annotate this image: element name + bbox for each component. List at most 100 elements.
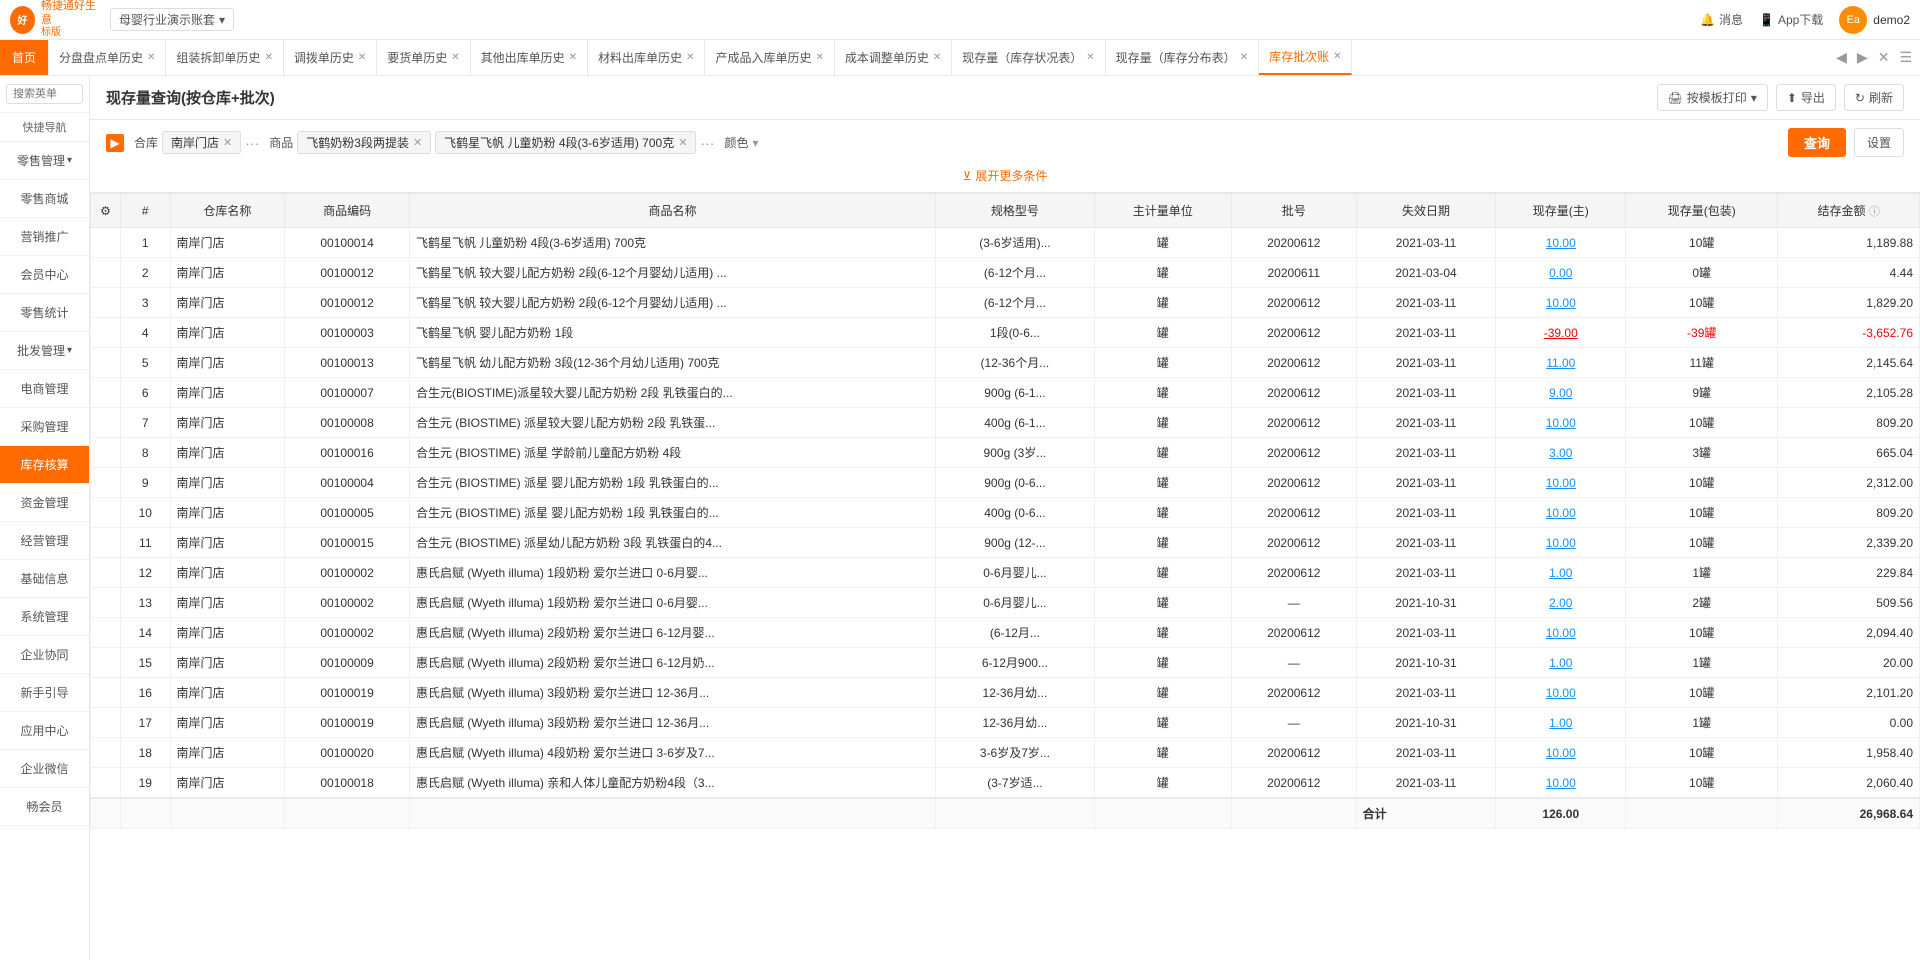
sidebar-item-inventory[interactable]: 库存核算 [0, 446, 89, 484]
cell-batch: 20200612 [1231, 678, 1356, 708]
product-tag-1[interactable]: 飞鹤奶粉3段两提装 ✕ [297, 131, 431, 154]
sidebar-item-system[interactable]: 系统管理 [0, 598, 89, 636]
tab-stock-dist[interactable]: 现存量（库存分布表） ✕ [1106, 40, 1259, 75]
sidebar-item-retail-stats[interactable]: 零售统计 [0, 294, 89, 332]
close-icon[interactable]: ✕ [933, 52, 941, 63]
tab-yaohuo[interactable]: 要货单历史 ✕ [377, 40, 470, 75]
tab-other-out[interactable]: 其他出库单历史 ✕ [471, 40, 588, 75]
close-icon[interactable]: ✕ [686, 52, 694, 63]
sidebar-item-wholesale[interactable]: 批发管理 ▾ [0, 332, 89, 370]
remove-product-2-icon[interactable]: ✕ [678, 136, 687, 149]
tab-home[interactable]: 首页 [0, 40, 49, 75]
close-icon[interactable]: ✕ [264, 52, 272, 63]
close-icon[interactable]: ✕ [1333, 51, 1341, 62]
col-setting[interactable]: ⚙ [91, 194, 121, 228]
app-download-btn[interactable]: 📱 App下载 [1759, 11, 1823, 28]
sidebar-item-member[interactable]: 会员中心 [0, 256, 89, 294]
expand-more-btn[interactable]: ⊻ 展开更多条件 [963, 167, 1048, 184]
tab-menu-btn[interactable]: ☰ [1895, 47, 1916, 68]
user-area[interactable]: Ea demo2 [1839, 6, 1910, 34]
search-input[interactable] [6, 84, 83, 104]
tab-close-btn[interactable]: ✕ [1874, 47, 1894, 68]
tab-stock-status[interactable]: 现存量（库存状况表） ✕ [952, 40, 1105, 75]
cell-qty-main[interactable]: 2.00 [1496, 588, 1626, 618]
close-icon[interactable]: ✕ [1240, 52, 1248, 63]
tab-batch-voucher[interactable]: 库存批次账 ✕ [1259, 40, 1352, 75]
color-dropdown-icon[interactable]: ▾ [752, 136, 758, 150]
remove-product-1-icon[interactable]: ✕ [413, 136, 422, 149]
cell-expiry: 2021-10-31 [1356, 648, 1496, 678]
sidebar-item-purchase[interactable]: 采购管理 [0, 408, 89, 446]
cell-qty-main[interactable]: 10.00 [1496, 408, 1626, 438]
query-btn[interactable]: 查询 [1788, 128, 1846, 157]
filter-more-icon[interactable]: ··· [245, 135, 259, 151]
cell-qty-main[interactable]: 10.00 [1496, 498, 1626, 528]
tab-next-btn[interactable]: ▶ [1853, 47, 1872, 68]
cell-index: 8 [121, 438, 171, 468]
cell-code: 00100020 [285, 738, 410, 768]
sidebar-item-retail-shop[interactable]: 零售商城 [0, 180, 89, 218]
close-icon[interactable]: ✕ [1086, 52, 1094, 63]
account-selector[interactable]: 母婴行业演示账套 ▾ [110, 8, 234, 31]
sidebar-quick-nav[interactable]: 快捷导航 [0, 113, 89, 142]
warehouse-tag[interactable]: 南岸门店 ✕ [162, 131, 241, 154]
close-icon[interactable]: ✕ [569, 52, 577, 63]
export-btn[interactable]: ⬆ 导出 [1776, 84, 1836, 111]
sidebar-item-new-guide[interactable]: 新手引导 [0, 674, 89, 712]
sidebar-item-retail[interactable]: 零售管理 ▾ [0, 142, 89, 180]
cell-unit: 罐 [1094, 498, 1231, 528]
remove-warehouse-icon[interactable]: ✕ [223, 136, 232, 149]
cell-qty-main[interactable]: 10.00 [1496, 618, 1626, 648]
sidebar-item-business[interactable]: 经营管理 [0, 522, 89, 560]
cell-batch: 20200612 [1231, 408, 1356, 438]
print-btn[interactable]: 🖨 按模板打印 ▾ [1657, 84, 1768, 111]
sidebar-item-enterprise-wechat[interactable]: 企业微信 [0, 750, 89, 788]
cell-qty-main[interactable]: 9.00 [1496, 378, 1626, 408]
sidebar-item-finance[interactable]: 资金管理 [0, 484, 89, 522]
sidebar-item-ecommerce[interactable]: 电商管理 [0, 370, 89, 408]
cell-qty-main[interactable]: 1.00 [1496, 648, 1626, 678]
setting-btn[interactable]: 设置 [1854, 128, 1904, 157]
product-filter-more-icon[interactable]: ··· [700, 135, 714, 151]
close-icon[interactable]: ✕ [147, 52, 155, 63]
sidebar-item-marketing[interactable]: 营销推广 [0, 218, 89, 256]
cell-qty-main[interactable]: 10.00 [1496, 528, 1626, 558]
messages-btn[interactable]: 🔔 消息 [1700, 11, 1743, 28]
cell-index: 11 [121, 528, 171, 558]
tab-tiaopo[interactable]: 调拨单历史 ✕ [284, 40, 377, 75]
sidebar-item-basics[interactable]: 基础信息 [0, 560, 89, 598]
product-tag-2[interactable]: 飞鹤星飞帆 儿童奶粉 4段(3-6岁适用) 700克 ✕ [435, 131, 696, 154]
tab-material-out[interactable]: 材料出库单历史 ✕ [588, 40, 705, 75]
cell-warehouse: 南岸门店 [170, 228, 285, 258]
sidebar-item-app-center[interactable]: 应用中心 [0, 712, 89, 750]
close-icon[interactable]: ✕ [815, 52, 823, 63]
expand-filter-btn[interactable]: ▶ [106, 134, 124, 152]
tab-cost-adjust[interactable]: 成本调整单历史 ✕ [835, 40, 952, 75]
cell-qty-main[interactable]: 1.00 [1496, 558, 1626, 588]
cell-qty-main[interactable]: 10.00 [1496, 468, 1626, 498]
cell-name: 惠氏启赋 (Wyeth illuma) 3段奶粉 爱尔兰进口 12-36月... [409, 678, 935, 708]
cell-qty-main[interactable]: -39.00 [1496, 318, 1626, 348]
close-icon[interactable]: ✕ [451, 52, 459, 63]
sidebar-item-enterprise[interactable]: 企业协同 [0, 636, 89, 674]
cell-qty-main[interactable]: 1.00 [1496, 708, 1626, 738]
cell-index: 10 [121, 498, 171, 528]
cell-qty-main[interactable]: 10.00 [1496, 768, 1626, 799]
cell-qty-main[interactable]: 0.00 [1496, 258, 1626, 288]
close-icon[interactable]: ✕ [358, 52, 366, 63]
cell-qty-main[interactable]: 11.00 [1496, 348, 1626, 378]
cell-setting [91, 468, 121, 498]
tab-zuchai[interactable]: 组装拆卸单历史 ✕ [166, 40, 283, 75]
info-icon[interactable]: ⓘ [1869, 206, 1880, 218]
refresh-btn[interactable]: ↻ 刷新 [1844, 84, 1904, 111]
tab-fenpan[interactable]: 分盘盘点单历史 ✕ [49, 40, 166, 75]
tab-prev-btn[interactable]: ◀ [1832, 47, 1851, 68]
cell-index: 17 [121, 708, 171, 738]
cell-qty-main[interactable]: 3.00 [1496, 438, 1626, 468]
tab-product-in[interactable]: 产成品入库单历史 ✕ [705, 40, 834, 75]
cell-qty-main[interactable]: 10.00 [1496, 678, 1626, 708]
cell-qty-main[interactable]: 10.00 [1496, 738, 1626, 768]
cell-qty-main[interactable]: 10.00 [1496, 288, 1626, 318]
sidebar-item-vip-member[interactable]: 畅会员 [0, 788, 89, 826]
cell-qty-main[interactable]: 10.00 [1496, 228, 1626, 258]
